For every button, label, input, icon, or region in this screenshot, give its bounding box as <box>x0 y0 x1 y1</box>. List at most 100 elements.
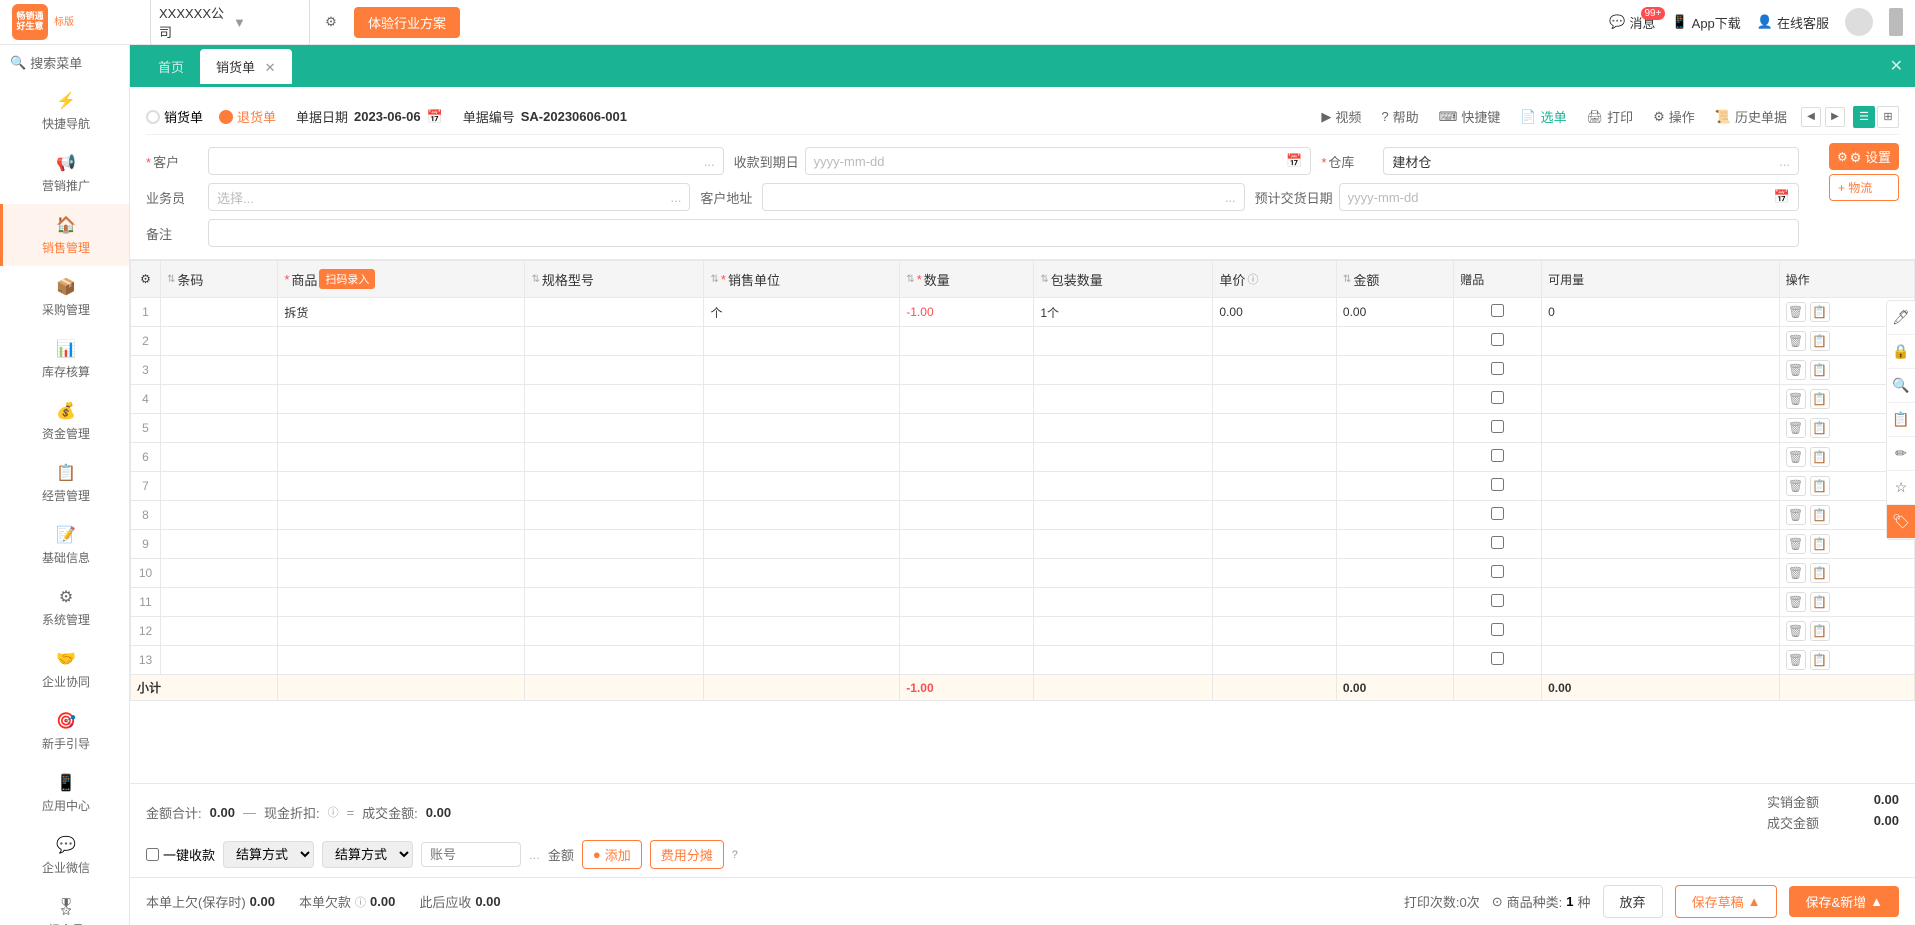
unit-price-cell[interactable] <box>1213 327 1337 356</box>
unit-price-cell[interactable] <box>1213 501 1337 530</box>
gift-cell[interactable] <box>1454 385 1542 414</box>
copy-icon[interactable]: 📋 <box>1810 505 1830 525</box>
barcode-cell[interactable] <box>161 327 278 356</box>
pack-qty-cell[interactable] <box>1034 617 1213 646</box>
barcode-cell[interactable] <box>161 385 278 414</box>
spec-cell[interactable] <box>525 588 704 617</box>
user-avatar[interactable] <box>1845 8 1873 36</box>
gift-cell[interactable] <box>1454 530 1542 559</box>
amount-cell[interactable] <box>1336 501 1453 530</box>
delete-icon[interactable]: 🗑 <box>1786 592 1806 612</box>
unit-price-cell[interactable] <box>1213 472 1337 501</box>
spec-cell[interactable] <box>525 501 704 530</box>
delete-icon[interactable]: 🗑 <box>1786 505 1806 525</box>
delete-icon[interactable]: 🗑 <box>1786 534 1806 554</box>
barcode-cell[interactable] <box>161 472 278 501</box>
quantity-cell[interactable] <box>900 559 1034 588</box>
amount-cell[interactable] <box>1336 327 1453 356</box>
sidebar-item-app-center[interactable]: 📱 应用中心 <box>0 762 129 824</box>
calendar2-icon[interactable]: 📅 <box>1286 153 1302 169</box>
sidebar-item-weixin[interactable]: 💬 企业微信 <box>0 824 129 886</box>
gift-cell[interactable] <box>1454 414 1542 443</box>
spec-cell[interactable] <box>525 472 704 501</box>
expense-btn[interactable]: 费用分摊 <box>650 840 724 869</box>
gift-cell[interactable] <box>1454 443 1542 472</box>
product-cell[interactable] <box>278 472 525 501</box>
grid-view-btn[interactable]: ⊞ <box>1877 106 1899 128</box>
pack-qty-cell[interactable] <box>1034 530 1213 559</box>
sidebar-item-purchase[interactable]: 📦 采购管理 <box>0 266 129 328</box>
expense-info-icon[interactable]: ? <box>732 849 738 861</box>
copy-icon[interactable]: 📋 <box>1810 302 1830 322</box>
spec-cell[interactable] <box>525 646 704 675</box>
sales-unit-cell[interactable] <box>704 501 900 530</box>
sales-unit-cell[interactable] <box>704 559 900 588</box>
delete-icon[interactable]: 🗑 <box>1786 447 1806 467</box>
side-icon-orange[interactable]: 🏷 <box>1887 505 1915 539</box>
quantity-cell[interactable] <box>900 443 1034 472</box>
unit-price-cell[interactable] <box>1213 385 1337 414</box>
copy-icon[interactable]: 📋 <box>1810 389 1830 409</box>
copy-icon[interactable]: 📋 <box>1810 650 1830 670</box>
customer-addr-input[interactable]: ... <box>762 183 1244 211</box>
sales-unit-cell[interactable] <box>704 356 900 385</box>
product-cell[interactable] <box>278 559 525 588</box>
scan-btn[interactable]: 扫码录入 <box>319 269 375 289</box>
gift-cell[interactable] <box>1454 617 1542 646</box>
sidebar-item-base-info[interactable]: 📝 基础信息 <box>0 514 129 576</box>
quantity-cell[interactable] <box>900 501 1034 530</box>
logistics-btn[interactable]: + 物流 <box>1829 174 1899 201</box>
unit-price-cell[interactable] <box>1213 356 1337 385</box>
gift-checkbox[interactable] <box>1491 478 1504 491</box>
print-btn[interactable]: 🖨 打印 <box>1581 105 1640 128</box>
pack-qty-cell[interactable] <box>1034 356 1213 385</box>
gift-checkbox[interactable] <box>1491 565 1504 578</box>
next-btn[interactable]: ▶ <box>1825 107 1845 127</box>
pack-qty-cell[interactable] <box>1034 443 1213 472</box>
quantity-cell[interactable] <box>900 472 1034 501</box>
gift-cell[interactable] <box>1454 472 1542 501</box>
gift-cell[interactable] <box>1454 588 1542 617</box>
copy-icon[interactable]: 📋 <box>1810 592 1830 612</box>
one-click-checkbox[interactable] <box>146 848 159 861</box>
barcode-cell[interactable] <box>161 646 278 675</box>
unit-price-cell[interactable] <box>1213 414 1337 443</box>
unit-price-cell[interactable] <box>1213 617 1337 646</box>
gift-checkbox[interactable] <box>1491 536 1504 549</box>
prev-btn[interactable]: ◀ <box>1801 107 1821 127</box>
amount-cell[interactable]: 0.00 <box>1336 298 1453 327</box>
gift-checkbox[interactable] <box>1491 449 1504 462</box>
operate-btn[interactable]: ⚙ 操作 <box>1647 105 1701 128</box>
gift-checkbox[interactable] <box>1491 652 1504 665</box>
product-cell[interactable] <box>278 356 525 385</box>
quantity-cell[interactable] <box>900 646 1034 675</box>
discount-info-icon[interactable]: ⓘ <box>328 804 339 820</box>
amount-cell[interactable] <box>1336 617 1453 646</box>
sidebar-item-member[interactable]: 🎖 畅会员 <box>0 886 129 925</box>
quantity-cell[interactable] <box>900 617 1034 646</box>
save-draft-btn[interactable]: 保存草稿 ▲ <box>1675 885 1778 918</box>
amount-cell[interactable] <box>1336 559 1453 588</box>
delete-icon[interactable]: 🗑 <box>1786 650 1806 670</box>
quantity-cell[interactable] <box>900 414 1034 443</box>
gift-checkbox[interactable] <box>1491 304 1504 317</box>
amount-cell[interactable] <box>1336 530 1453 559</box>
product-cell[interactable]: 拆货 <box>278 298 525 327</box>
unit-price-info-icon[interactable]: ⓘ <box>1247 271 1258 287</box>
trial-btn[interactable]: 体验行业方案 <box>354 7 460 38</box>
barcode-cell[interactable] <box>161 414 278 443</box>
amount-cell[interactable] <box>1336 646 1453 675</box>
gift-checkbox[interactable] <box>1491 362 1504 375</box>
product-cell[interactable] <box>278 385 525 414</box>
sales-unit-cell[interactable] <box>704 414 900 443</box>
online-service-btn[interactable]: 👤 在线客服 <box>1757 13 1829 32</box>
sales-unit-cell[interactable] <box>704 443 900 472</box>
delete-icon[interactable]: 🗑 <box>1786 418 1806 438</box>
spec-cell[interactable] <box>525 356 704 385</box>
barcode-cell[interactable] <box>161 501 278 530</box>
gift-cell[interactable] <box>1454 327 1542 356</box>
delete-icon[interactable]: 🗑 <box>1786 621 1806 641</box>
side-icon-list[interactable]: 📋 <box>1887 403 1915 437</box>
customer-addr-dots[interactable]: ... <box>1225 190 1236 205</box>
radio-sale-order[interactable]: 销货单 <box>146 107 203 126</box>
